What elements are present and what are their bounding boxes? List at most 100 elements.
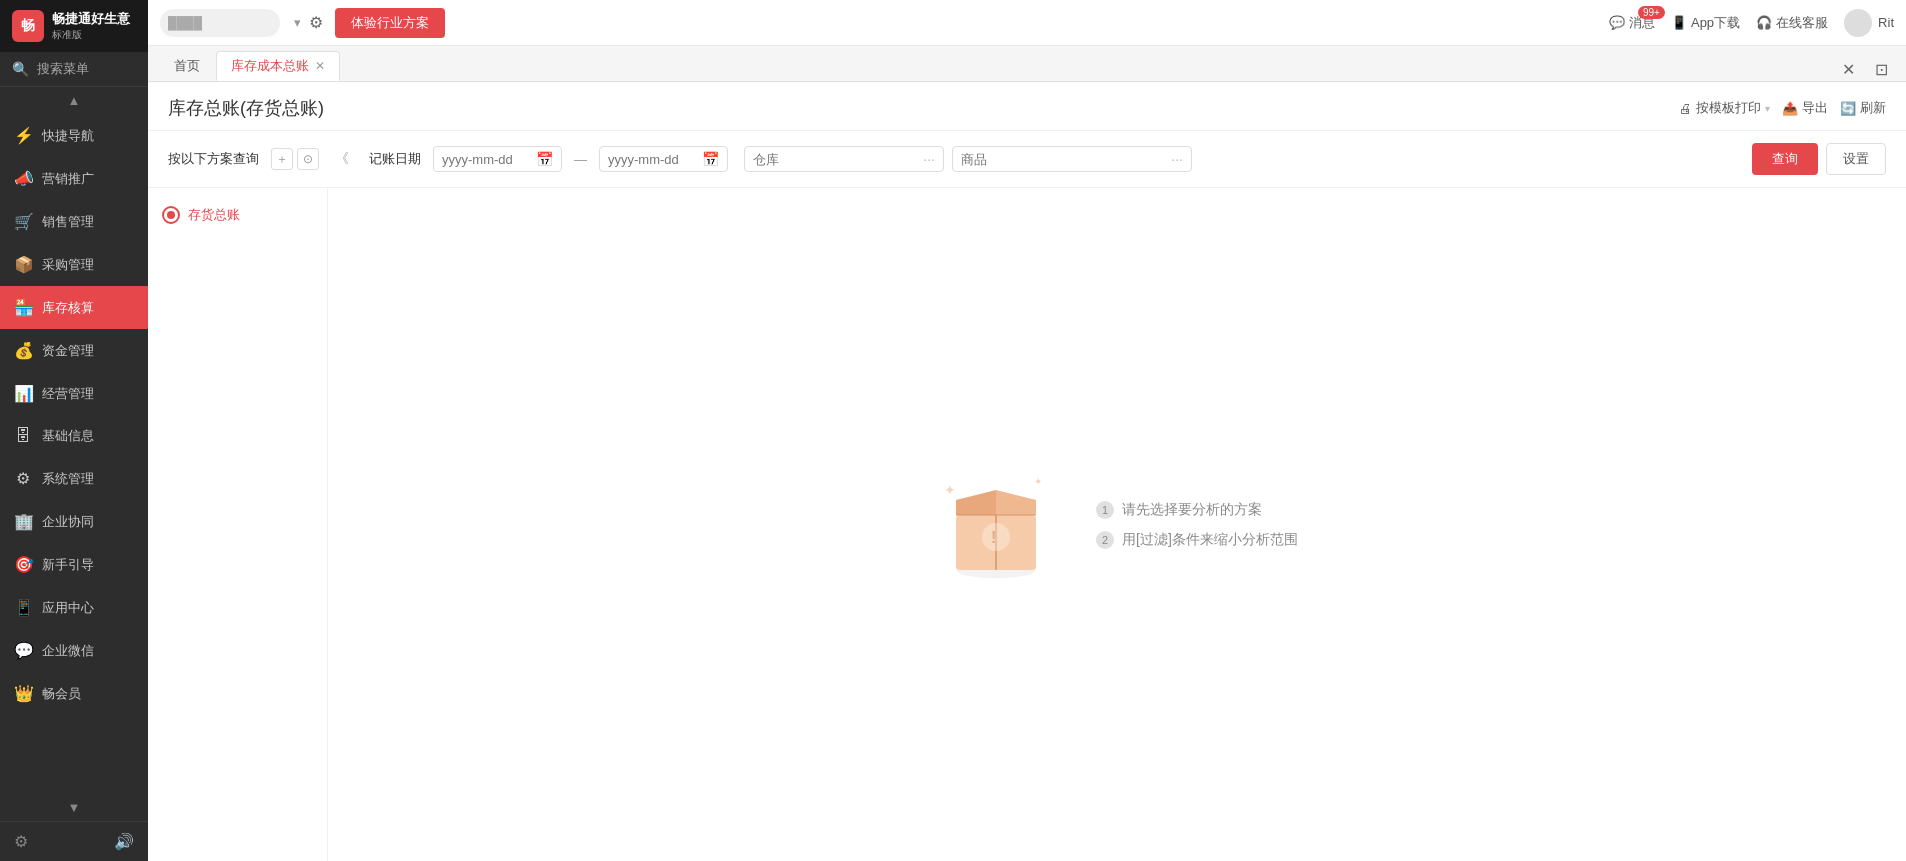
- warehouse-filter[interactable]: ···: [744, 146, 944, 172]
- print-label: 按模板打印: [1696, 99, 1761, 117]
- sidebar-item-system[interactable]: ⚙ 系统管理: [0, 457, 148, 500]
- export-icon: 📤: [1782, 101, 1798, 116]
- product-more-icon: ···: [1171, 151, 1183, 167]
- sidebar-search[interactable]: 🔍 搜索菜单: [0, 52, 148, 87]
- sidebar-item-app-center[interactable]: 📱 应用中心: [0, 586, 148, 629]
- refresh-button[interactable]: 🔄 刷新: [1840, 99, 1886, 117]
- filter-collapse-icon[interactable]: 《: [335, 150, 349, 168]
- tab-resize-button[interactable]: ⊡: [1869, 58, 1894, 81]
- print-chevron-icon: ▾: [1765, 103, 1770, 114]
- svg-marker-2: [956, 490, 996, 515]
- sidebar-item-inventory[interactable]: 🏪 库存核算: [0, 286, 148, 329]
- sidebar-item-label: 销售管理: [42, 213, 94, 231]
- sidebar-item-sales[interactable]: 🛒 销售管理: [0, 200, 148, 243]
- query-button[interactable]: 查询: [1752, 143, 1818, 175]
- audio-footer-icon[interactable]: 🔊: [114, 832, 134, 851]
- refresh-label: 刷新: [1860, 99, 1886, 117]
- export-label: 导出: [1802, 99, 1828, 117]
- sidebar-item-quick-nav[interactable]: ⚡ 快捷导航: [0, 114, 148, 157]
- logo-icon: 畅: [12, 10, 44, 42]
- operation-icon: 📊: [14, 384, 32, 403]
- quick-nav-icon: ⚡: [14, 126, 32, 145]
- date-start-field[interactable]: [442, 152, 532, 167]
- brand-name: 畅捷通好生意: [52, 10, 130, 28]
- sidebar-item-label: 企业协同: [42, 513, 94, 531]
- breadcrumb-chevron-icon[interactable]: ▾: [294, 15, 301, 30]
- date-start-input[interactable]: 📅: [433, 146, 562, 172]
- sidebar-item-label: 经营管理: [42, 385, 94, 403]
- trial-industry-button[interactable]: 体验行业方案: [335, 8, 445, 38]
- sidebar-item-basic[interactable]: 🗄 基础信息: [0, 415, 148, 457]
- tab-close-all-button[interactable]: ✕: [1836, 58, 1861, 81]
- logo-text: 畅捷通好生意 标准版: [52, 10, 130, 42]
- sidebar-item-wechat[interactable]: 💬 企业微信: [0, 629, 148, 672]
- svg-marker-3: [996, 490, 1036, 515]
- message-button[interactable]: 💬 消息 99+: [1609, 14, 1655, 32]
- page-header-actions: 🖨 按模板打印 ▾ 📤 导出 🔄 刷新: [1679, 99, 1886, 117]
- sidebar-item-label: 新手引导: [42, 556, 94, 574]
- filter-config-button[interactable]: ⊙: [297, 148, 319, 170]
- svg-text:!: !: [991, 529, 996, 546]
- app-download-button[interactable]: 📱 App下载: [1671, 14, 1740, 32]
- date-end-input[interactable]: 📅: [599, 146, 728, 172]
- hint-num-1: 1: [1096, 501, 1114, 519]
- scheme-item-radio-icon: [162, 206, 180, 224]
- topbar-right: 💬 消息 99+ 📱 App下载 🎧 在线客服 Rit: [1609, 9, 1894, 37]
- sidebar-item-label: 库存核算: [42, 299, 94, 317]
- scheme-panel: 存货总账: [148, 188, 328, 861]
- tab-close-icon[interactable]: ✕: [315, 59, 325, 73]
- calendar-end-icon: 📅: [702, 151, 719, 167]
- sidebar-item-marketing[interactable]: 📣 营销推广: [0, 157, 148, 200]
- message-badge: 99+: [1638, 6, 1665, 19]
- empty-box-svg: ✦ ✦ !: [936, 465, 1056, 585]
- product-filter[interactable]: ···: [952, 146, 1192, 172]
- tab-inventory-ledger[interactable]: 库存成本总账 ✕: [216, 51, 340, 81]
- system-icon: ⚙: [14, 469, 32, 488]
- sidebar-item-label: 采购管理: [42, 256, 94, 274]
- calendar-start-icon: 📅: [536, 151, 553, 167]
- filter-actions: 查询 设置: [1752, 143, 1886, 175]
- enterprise-icon: 🏢: [14, 512, 32, 531]
- sidebar-logo: 畅 畅捷通好生意 标准版: [0, 0, 148, 52]
- scheme-item-inventory-ledger[interactable]: 存货总账: [148, 198, 327, 232]
- hint-text-2: 用[过滤]条件来缩小分析范围: [1122, 531, 1298, 549]
- print-button[interactable]: 🖨 按模板打印 ▾: [1679, 99, 1770, 117]
- hint-text-1: 请先选择要分析的方案: [1122, 501, 1262, 519]
- product-input[interactable]: [961, 152, 1171, 167]
- purchase-icon: 📦: [14, 255, 32, 274]
- online-service-icon: 🎧: [1756, 15, 1772, 30]
- filter-add-button[interactable]: ＋: [271, 148, 293, 170]
- marketing-icon: 📣: [14, 169, 32, 188]
- export-button[interactable]: 📤 导出: [1782, 99, 1828, 117]
- tab-home[interactable]: 首页: [160, 51, 214, 81]
- sidebar-item-member[interactable]: 👑 畅会员: [0, 672, 148, 715]
- topbar-settings-icon[interactable]: ⚙: [309, 13, 323, 32]
- warehouse-input[interactable]: [753, 152, 923, 167]
- avatar-name: Rit: [1878, 15, 1894, 30]
- empty-state-inner: ✦ ✦ ! 1 请先选择要分析的方案: [936, 465, 1298, 585]
- sidebar-scroll-down[interactable]: ▼: [0, 794, 148, 821]
- basic-icon: 🗄: [14, 427, 32, 445]
- sidebar-item-operation[interactable]: 📊 经营管理: [0, 372, 148, 415]
- topbar-user-display[interactable]: ████: [160, 9, 280, 37]
- online-service-button[interactable]: 🎧 在线客服: [1756, 14, 1828, 32]
- settings-button[interactable]: 设置: [1826, 143, 1886, 175]
- warehouse-more-icon: ···: [923, 151, 935, 167]
- app-download-icon: 📱: [1671, 15, 1687, 30]
- sidebar-item-purchase[interactable]: 📦 采购管理: [0, 243, 148, 286]
- sidebar-scroll-up[interactable]: ▲: [0, 87, 148, 114]
- svg-text:✦: ✦: [1034, 476, 1042, 487]
- empty-hint-1: 1 请先选择要分析的方案: [1096, 501, 1298, 519]
- date-end-field[interactable]: [608, 152, 698, 167]
- beginner-icon: 🎯: [14, 555, 32, 574]
- sidebar-search-label: 搜索菜单: [37, 60, 89, 78]
- sidebar-item-enterprise[interactable]: 🏢 企业协同: [0, 500, 148, 543]
- settings-footer-icon[interactable]: ⚙: [14, 832, 28, 851]
- sidebar-item-finance[interactable]: 💰 资金管理: [0, 329, 148, 372]
- avatar-area[interactable]: Rit: [1844, 9, 1894, 37]
- sidebar-item-beginner[interactable]: 🎯 新手引导: [0, 543, 148, 586]
- empty-hint-2: 2 用[过滤]条件来缩小分析范围: [1096, 531, 1298, 549]
- empty-state: ✦ ✦ ! 1 请先选择要分析的方案: [328, 188, 1906, 861]
- filter-label: 按以下方案查询: [168, 150, 259, 168]
- sidebar-item-label: 营销推广: [42, 170, 94, 188]
